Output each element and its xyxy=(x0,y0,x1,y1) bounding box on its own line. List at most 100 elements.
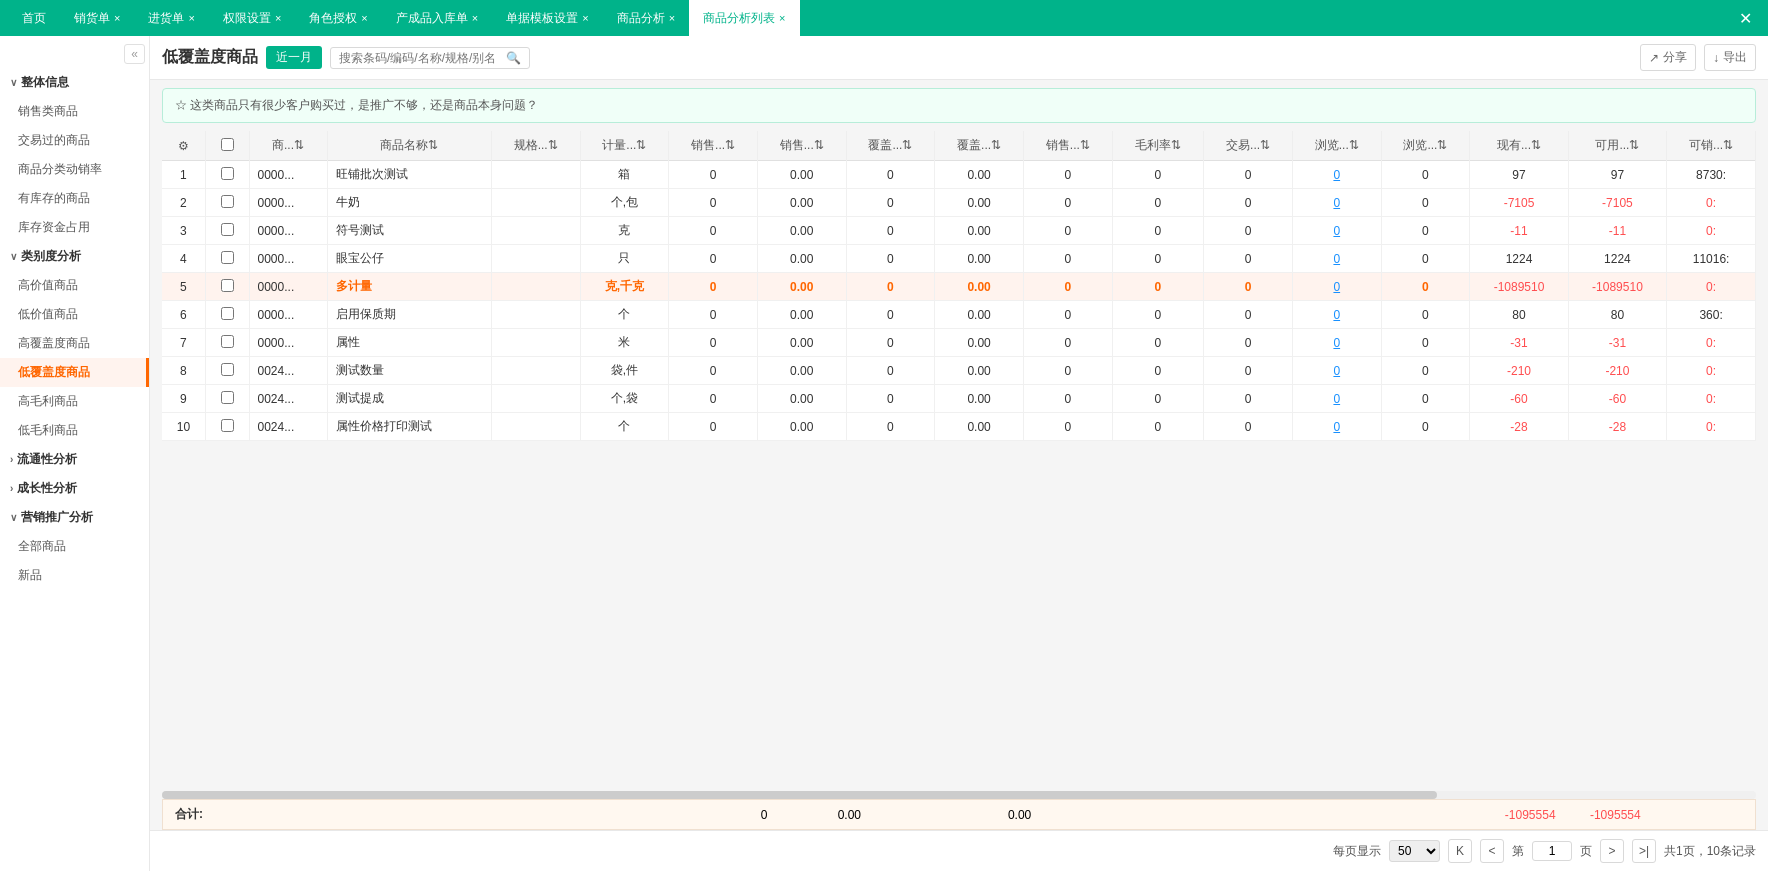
nav-home[interactable]: 首页 xyxy=(8,0,60,36)
search-icon[interactable]: 🔍 xyxy=(506,51,521,65)
sidebar-item-stock-funds[interactable]: 库存资金占用 xyxy=(0,213,149,242)
row-select-checkbox[interactable] xyxy=(221,391,234,404)
col-current[interactable]: 现有...⇅ xyxy=(1470,131,1568,161)
row-checkbox[interactable] xyxy=(205,245,249,273)
page-number-input[interactable] xyxy=(1532,841,1572,861)
row-checkbox[interactable] xyxy=(205,357,249,385)
col-checkbox[interactable] xyxy=(205,131,249,161)
row-select-checkbox[interactable] xyxy=(221,279,234,292)
sidebar-item-new-goods[interactable]: 新品 xyxy=(0,561,149,590)
col-browse2[interactable]: 浏览...⇅ xyxy=(1381,131,1470,161)
search-input[interactable] xyxy=(339,51,502,65)
sidebar-item-high-value[interactable]: 高价值商品 xyxy=(0,271,149,300)
col-settings[interactable]: ⚙ xyxy=(162,131,205,161)
row-browse1[interactable]: 0 xyxy=(1292,413,1381,441)
nav-product-analysis[interactable]: 商品分析 × xyxy=(603,0,689,36)
row-browse1[interactable]: 0 xyxy=(1292,357,1381,385)
sidebar-group-growth[interactable]: › 成长性分析 xyxy=(0,474,149,503)
next-page-button[interactable]: > xyxy=(1600,839,1624,863)
nav-close-inbound[interactable]: × xyxy=(472,12,478,24)
sidebar-group-overall[interactable]: ∨ 整体信息 xyxy=(0,68,149,97)
sidebar-group-marketing[interactable]: ∨ 营销推广分析 xyxy=(0,503,149,532)
total-row: 合计: 0 0.00 0.00 -1095554 -1095554 xyxy=(162,799,1756,830)
row-select-checkbox[interactable] xyxy=(221,363,234,376)
col-name[interactable]: 商品名称⇅ xyxy=(327,131,491,161)
last-page-button[interactable]: >| xyxy=(1632,839,1656,863)
date-filter-button[interactable]: 近一月 xyxy=(266,46,322,69)
row-checkbox[interactable] xyxy=(205,161,249,189)
row-select-checkbox[interactable] xyxy=(221,419,234,432)
col-sellable[interactable]: 可销...⇅ xyxy=(1667,131,1756,161)
col-available[interactable]: 可用...⇅ xyxy=(1568,131,1666,161)
col-cov1[interactable]: 覆盖...⇅ xyxy=(846,131,935,161)
first-page-button[interactable]: K xyxy=(1448,839,1472,863)
row-checkbox[interactable] xyxy=(205,217,249,245)
nav-close-permission[interactable]: × xyxy=(275,12,281,24)
sidebar-group-category-analysis[interactable]: ∨ 类别度分析 xyxy=(0,242,149,271)
select-all-checkbox[interactable] xyxy=(221,138,234,151)
col-trade[interactable]: 交易...⇅ xyxy=(1204,131,1293,161)
horizontal-scrollbar[interactable] xyxy=(162,791,1756,799)
row-checkbox[interactable] xyxy=(205,189,249,217)
col-sales3[interactable]: 销售...⇅ xyxy=(1023,131,1112,161)
sidebar-item-category-rate[interactable]: 商品分类动销率 xyxy=(0,155,149,184)
row-checkbox[interactable] xyxy=(205,273,249,301)
sidebar-item-low-margin[interactable]: 低毛利商品 xyxy=(0,416,149,445)
settings-icon[interactable]: ⚙ xyxy=(178,139,189,153)
row-checkbox[interactable] xyxy=(205,413,249,441)
nav-window-close[interactable]: ✕ xyxy=(1731,9,1760,28)
sidebar-item-all-goods[interactable]: 全部商品 xyxy=(0,532,149,561)
nav-permission-settings[interactable]: 权限设置 × xyxy=(209,0,295,36)
page-size-select[interactable]: 20 50 100 200 xyxy=(1389,840,1440,862)
row-select-checkbox[interactable] xyxy=(221,223,234,236)
sidebar-item-sales-goods[interactable]: 销售类商品 xyxy=(0,97,149,126)
row-select-checkbox[interactable] xyxy=(221,307,234,320)
row-browse1[interactable]: 0 xyxy=(1292,385,1381,413)
nav-sales-order[interactable]: 销货单 × xyxy=(60,0,134,36)
row-checkbox[interactable] xyxy=(205,329,249,357)
sidebar-item-traded-goods[interactable]: 交易过的商品 xyxy=(0,126,149,155)
row-browse1[interactable]: 0 xyxy=(1292,189,1381,217)
sidebar-group-liquidity[interactable]: › 流通性分析 xyxy=(0,445,149,474)
share-button[interactable]: ↗ 分享 xyxy=(1640,44,1696,71)
nav-product-inbound[interactable]: 产成品入库单 × xyxy=(382,0,492,36)
sidebar-item-high-margin[interactable]: 高毛利商品 xyxy=(0,387,149,416)
row-select-checkbox[interactable] xyxy=(221,167,234,180)
row-browse1[interactable]: 0 xyxy=(1292,273,1381,301)
row-checkbox[interactable] xyxy=(205,301,249,329)
nav-purchase-order[interactable]: 进货单 × xyxy=(134,0,208,36)
sidebar-collapse-btn[interactable]: « xyxy=(124,44,145,64)
nav-close-template[interactable]: × xyxy=(582,12,588,24)
row-browse1[interactable]: 0 xyxy=(1292,217,1381,245)
col-code[interactable]: 商...⇅ xyxy=(249,131,327,161)
nav-close-purchase[interactable]: × xyxy=(188,12,194,24)
nav-role-auth[interactable]: 角色授权 × xyxy=(295,0,381,36)
col-spec[interactable]: 规格...⇅ xyxy=(491,131,580,161)
col-browse1[interactable]: 浏览...⇅ xyxy=(1292,131,1381,161)
nav-close-role[interactable]: × xyxy=(361,12,367,24)
sidebar-item-high-coverage[interactable]: 高覆盖度商品 xyxy=(0,329,149,358)
sidebar-item-stocked-goods[interactable]: 有库存的商品 xyxy=(0,184,149,213)
row-checkbox[interactable] xyxy=(205,385,249,413)
row-browse1[interactable]: 0 xyxy=(1292,245,1381,273)
sidebar-item-low-coverage[interactable]: 低覆盖度商品 xyxy=(0,358,149,387)
row-browse1[interactable]: 0 xyxy=(1292,301,1381,329)
nav-close-analysis-list[interactable]: × xyxy=(779,12,785,24)
col-gross[interactable]: 毛利率⇅ xyxy=(1112,131,1204,161)
sidebar-item-low-value[interactable]: 低价值商品 xyxy=(0,300,149,329)
nav-close-sales[interactable]: × xyxy=(114,12,120,24)
row-select-checkbox[interactable] xyxy=(221,335,234,348)
col-sales2[interactable]: 销售...⇅ xyxy=(757,131,846,161)
col-cov2[interactable]: 覆盖...⇅ xyxy=(935,131,1024,161)
col-unit[interactable]: 计量...⇅ xyxy=(580,131,669,161)
col-sales1[interactable]: 销售...⇅ xyxy=(669,131,758,161)
row-select-checkbox[interactable] xyxy=(221,195,234,208)
export-button[interactable]: ↓ 导出 xyxy=(1704,44,1756,71)
nav-product-analysis-list[interactable]: 商品分析列表 × xyxy=(689,0,799,36)
row-browse1[interactable]: 0 xyxy=(1292,161,1381,189)
nav-close-analysis[interactable]: × xyxy=(669,12,675,24)
prev-page-button[interactable]: < xyxy=(1480,839,1504,863)
row-select-checkbox[interactable] xyxy=(221,251,234,264)
row-browse1[interactable]: 0 xyxy=(1292,329,1381,357)
nav-template-settings[interactable]: 单据模板设置 × xyxy=(492,0,602,36)
